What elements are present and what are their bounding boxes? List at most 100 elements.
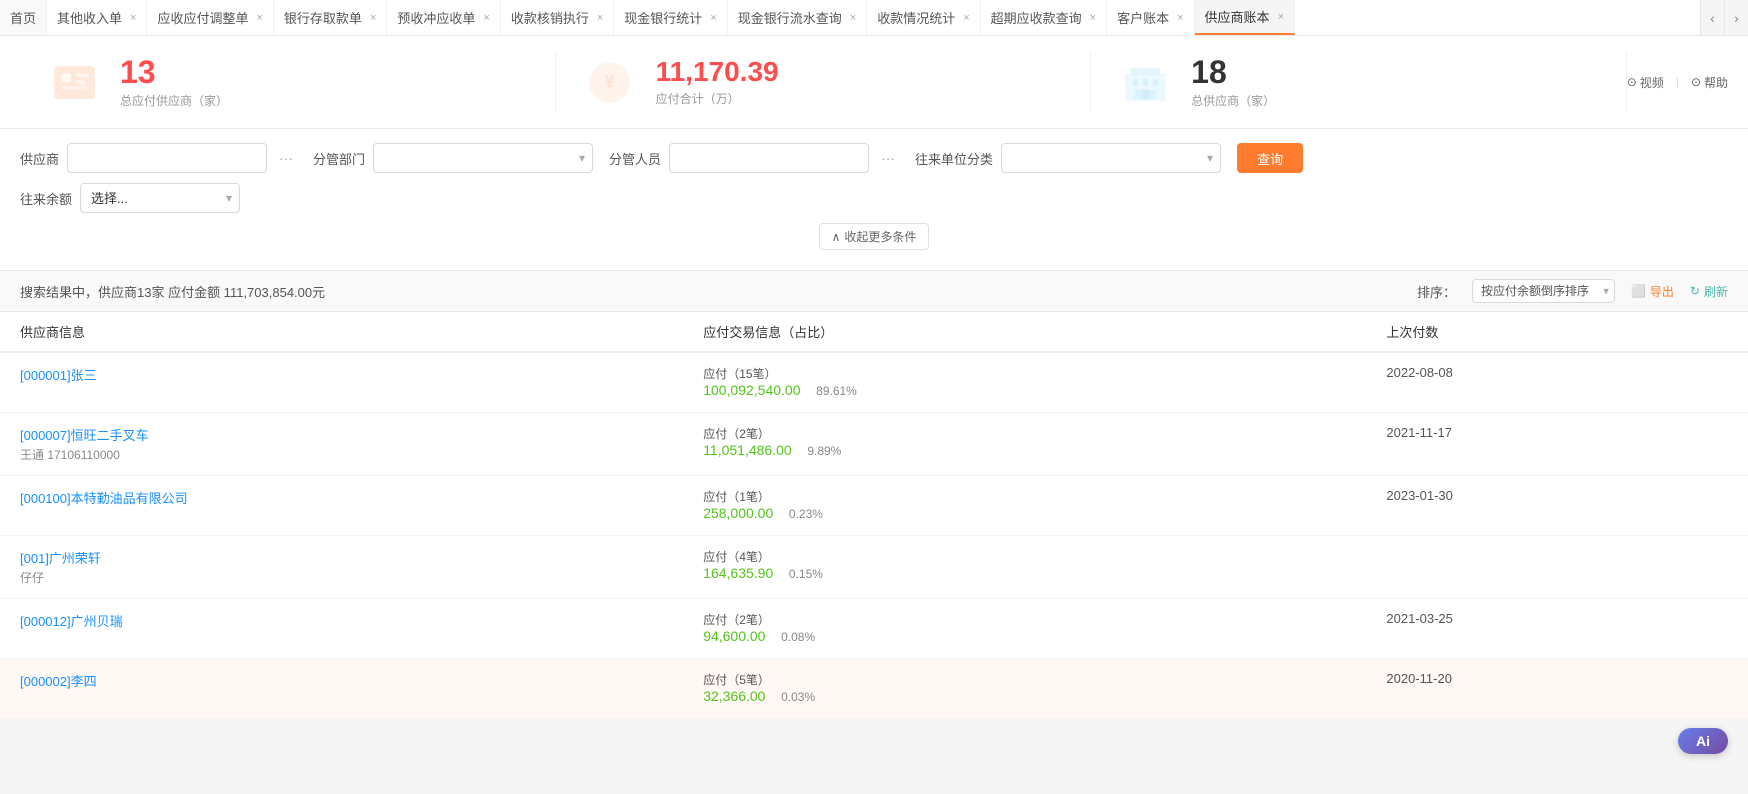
tx-label-2: 应付（2笔） [703,425,1386,442]
person-input[interactable] [669,143,869,173]
search-form: 供应商 ··· 分管部门 分管人员 ··· 往来单位分类 查询 [0,129,1748,271]
supplier-label: 供应商 [20,149,59,168]
nav-ar-ap-adjust-close[interactable]: × [256,12,262,24]
nav-supplier-ledger-label: 供应商账本 [1205,7,1270,26]
category-select[interactable] [1001,143,1221,173]
balance-select[interactable]: 选择... [80,183,240,213]
refresh-link[interactable]: ↻ 刷新 [1690,283,1728,300]
table-row: [000100]本特勤油品有限公司 应付（1笔） 258,000.00 0.23… [0,476,1748,536]
supplier-info-2: [000007]恒旺二手叉车 王通 17106110000 [20,425,703,463]
supplier-link-2[interactable]: [000007]恒旺二手叉车 [20,428,149,443]
balance-select-wrap: 选择... [80,183,240,213]
nav-receipt-stat[interactable]: 收款情况统计 × [867,0,980,35]
last-payment-1: 2022-08-08 [1386,365,1728,380]
nav-overdue-ar-close[interactable]: × [1090,12,1096,24]
export-link[interactable]: ⬜ 导出 [1631,283,1674,300]
nav-payment-verify-close[interactable]: × [597,12,603,24]
supplier-field: 供应商 ··· [20,143,297,173]
video-label: 视频 [1640,74,1664,91]
nav-bank-deposit-close[interactable]: × [370,12,376,24]
tx-info-6: 应付（5笔） 32,366.00 0.03% [703,671,1386,704]
table-row: [000001]张三 应付（15笔） 100,092,540.00 89.61%… [0,353,1748,413]
supplier-input[interactable] [67,143,267,173]
last-payment-5: 2021-03-25 [1386,611,1728,626]
payable-total-label: 应付合计（万） [656,90,779,107]
header-last-payment: 上次付数 [1386,322,1728,341]
tx-amount-3[interactable]: 258,000.00 [703,505,773,521]
category-field: 往来单位分类 [915,143,1221,173]
dept-select[interactable] [373,143,593,173]
tx-label-4: 应付（4笔） [703,548,1386,565]
supplier-link-5[interactable]: [000012]广州贝瑞 [20,614,123,629]
nav-overdue-ar-label: 超期应收款查询 [991,8,1082,27]
nav-cash-bank-stat-label: 现金银行统计 [624,8,702,27]
tx-amount-6[interactable]: 32,366.00 [703,688,765,704]
query-button[interactable]: 查询 [1237,143,1303,173]
nav-payment-verify[interactable]: 收款核销执行 × [501,0,614,35]
nav-receipt-stat-close[interactable]: × [963,12,969,24]
nav-cash-flow-label: 现金银行流水查询 [738,8,842,27]
nav-overdue-ar[interactable]: 超期应收款查询 × [981,0,1107,35]
nav-bank-deposit[interactable]: 银行存取款单 × [274,0,387,35]
tx-info-4: 应付（4笔） 164,635.90 0.15% [703,548,1386,581]
sort-select[interactable]: 按应付余额倒序排序按应付余额升序排序按名称排序 [1472,279,1615,303]
tx-amount-1[interactable]: 100,092,540.00 [703,382,800,398]
table-row: [000012]广州贝瑞 应付（2笔） 94,600.00 0.08% 2021… [0,599,1748,659]
ai-button[interactable]: Ai [1678,728,1728,754]
nav-supplier-ledger-close[interactable]: × [1278,11,1284,23]
table-row: [000002]李四 应付（5笔） 32,366.00 0.03% 2020-1… [0,659,1748,719]
nav-customer-ledger-close[interactable]: × [1177,12,1183,24]
payable-suppliers-number: 13 [120,56,228,88]
sort-wrap: 按应付余额倒序排序按应付余额升序排序按名称排序 [1472,279,1615,303]
payable-total-number: 11,170.39 [656,58,779,86]
help-link[interactable]: ⊙ 帮助 [1691,74,1728,91]
supplier-info-4: [001]广州荣轩 仔仔 [20,548,703,586]
nav-ar-ap-adjust-label: 应收应付调整单 [157,8,248,27]
nav-next-arrow[interactable]: › [1724,0,1748,36]
tx-amount-2[interactable]: 11,051,486.00 [703,442,792,458]
tx-pct-4: 0.15% [789,567,823,581]
balance-field: 往来余额 选择... [20,183,240,213]
nav-customer-ledger-label: 客户账本 [1117,8,1169,27]
summary-card-total-suppliers: 18 总供应商（家） [1091,52,1627,112]
nav-cash-flow-close[interactable]: × [850,12,856,24]
nav-prepay-ar-label: 预收冲应收单 [397,8,475,27]
nav-home[interactable]: 首页 [0,0,47,35]
nav-cash-bank-stat-close[interactable]: × [710,12,716,24]
supplier-link-1[interactable]: [000001]张三 [20,368,97,383]
person-ellipsis-btn[interactable]: ··· [877,150,899,166]
collapse-up-icon: ∧ [832,230,841,244]
video-link[interactable]: ⊙ 视频 [1627,74,1664,91]
supplier-link-3[interactable]: [000100]本特勤油品有限公司 [20,491,188,506]
dept-select-wrap [373,143,593,173]
collapse-button[interactable]: ∧ 收起更多条件 [819,223,930,250]
nav-other-income[interactable]: 其他收入单 × [47,0,147,35]
supplier-link-4[interactable]: [001]广州荣轩 [20,551,101,566]
results-info: 搜索结果中，供应商13家 应付金额 111,703,854.00元 [20,282,325,301]
svg-text:¥: ¥ [604,71,615,92]
table-row: [001]广州荣轩 仔仔 应付（4笔） 164,635.90 0.15% [0,536,1748,599]
supplier-ellipsis-btn[interactable]: ··· [275,150,297,166]
nav-ar-ap-adjust[interactable]: 应收应付调整单 × [147,0,273,35]
nav-other-income-close[interactable]: × [130,12,136,24]
supplier-link-6[interactable]: [000002]李四 [20,674,97,689]
refresh-label: 刷新 [1704,283,1728,300]
export-icon: ⬜ [1631,284,1646,298]
supplier-info-6: [000002]李四 [20,671,703,690]
nav-prepay-ar-close[interactable]: × [483,12,489,24]
nav-cash-flow[interactable]: 现金银行流水查询 × [728,0,867,35]
nav-cash-bank-stat[interactable]: 现金银行统计 × [614,0,727,35]
supplier-info-3: [000100]本特勤油品有限公司 [20,488,703,507]
nav-customer-ledger[interactable]: 客户账本 × [1107,0,1194,35]
tx-amount-5[interactable]: 94,600.00 [703,628,765,644]
nav-prev-arrow[interactable]: ‹ [1700,0,1724,36]
tx-amount-4[interactable]: 164,635.90 [703,565,773,581]
help-icon: ⊙ [1691,75,1701,89]
tx-pct-1: 89.61% [816,384,857,398]
help-label: 帮助 [1704,74,1728,91]
search-row-1: 供应商 ··· 分管部门 分管人员 ··· 往来单位分类 查询 [20,143,1728,173]
last-payment-2: 2021-11-17 [1386,425,1728,440]
export-label: 导出 [1650,283,1674,300]
nav-prepay-ar[interactable]: 预收冲应收单 × [387,0,500,35]
nav-supplier-ledger[interactable]: 供应商账本 × [1195,0,1295,35]
